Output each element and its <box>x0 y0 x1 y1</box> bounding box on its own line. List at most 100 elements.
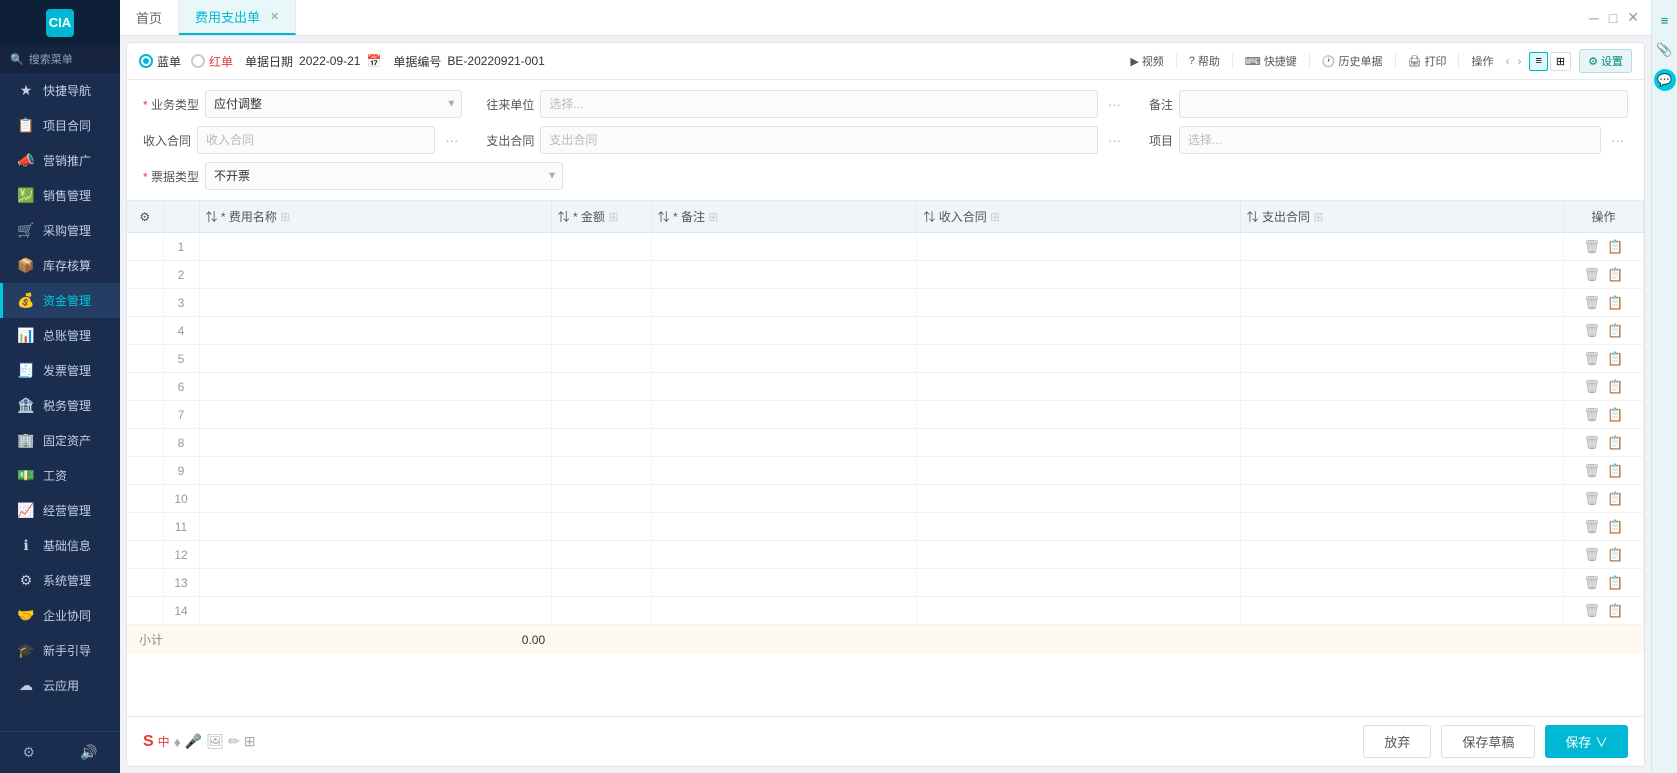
sidebar-item-qiye[interactable]: 🤝 企业协同 <box>0 598 120 633</box>
col-resize-icon[interactable]: ⊞ <box>280 210 290 224</box>
sidebar-item-xiaoshou[interactable]: 💹 销售管理 <box>0 178 120 213</box>
copy-icon[interactable]: 📋 <box>1607 575 1623 590</box>
cell-amount[interactable] <box>551 373 651 401</box>
delete-icon[interactable]: 🗑 <box>1583 435 1600 450</box>
side-list-icon[interactable]: ≡ <box>1658 10 1672 31</box>
cell-income-contract[interactable] <box>917 289 1240 317</box>
copy-icon[interactable]: 📋 <box>1607 295 1623 310</box>
sort-icon[interactable]: ⇅ <box>1247 210 1259 224</box>
cell-expense-contract[interactable] <box>1240 289 1563 317</box>
tab-home[interactable]: 首页 <box>120 0 179 35</box>
cell-income-contract[interactable] <box>917 485 1240 513</box>
side-chat-icon[interactable]: 💬 <box>1654 69 1676 91</box>
window-close-icon[interactable]: ✕ <box>1627 9 1639 26</box>
partner-input[interactable] <box>540 90 1098 118</box>
sidebar-item-zhangben[interactable]: 📊 总账管理 <box>0 318 120 353</box>
cell-expense-name[interactable] <box>199 289 551 317</box>
cell-amount[interactable] <box>551 317 651 345</box>
sidebar-item-xitong[interactable]: ⚙ 系统管理 <box>0 563 120 598</box>
help-btn[interactable]: ? 帮助 <box>1185 51 1224 71</box>
cell-remark[interactable] <box>651 513 917 541</box>
side-attach-icon[interactable]: 📎 <box>1653 39 1675 61</box>
ticket-type-select[interactable]: 不开票 <box>205 162 563 190</box>
cell-income-contract[interactable] <box>917 429 1240 457</box>
income-contract-dots-icon[interactable]: ··· <box>441 133 462 148</box>
cell-amount[interactable] <box>551 457 651 485</box>
th-settings[interactable]: ⚙ <box>127 201 163 233</box>
cell-remark[interactable] <box>651 457 917 485</box>
cell-amount[interactable] <box>551 345 651 373</box>
col-resize-icon[interactable]: ⊞ <box>990 210 1000 224</box>
sidebar-item-xiangmu[interactable]: 📋 项目合同 <box>0 108 120 143</box>
cell-expense-name[interactable] <box>199 401 551 429</box>
income-contract-input[interactable] <box>197 126 435 154</box>
sidebar-item-caigou[interactable]: 🛒 采购管理 <box>0 213 120 248</box>
cell-remark[interactable] <box>651 233 917 261</box>
cell-expense-contract[interactable] <box>1240 541 1563 569</box>
delete-icon[interactable]: 🗑 <box>1583 519 1600 534</box>
save-button[interactable]: 保存 ∨ <box>1545 725 1628 758</box>
sidebar-item-fapiao[interactable]: 🧾 发票管理 <box>0 353 120 388</box>
cell-expense-contract[interactable] <box>1240 233 1563 261</box>
red-single-radio[interactable]: 红单 <box>191 53 233 70</box>
copy-icon[interactable]: 📋 <box>1607 379 1623 394</box>
delete-icon[interactable]: 🗑 <box>1583 407 1600 422</box>
video-btn[interactable]: ▶ 视频 <box>1126 51 1167 71</box>
sidebar-item-jingying[interactable]: 📈 经营管理 <box>0 493 120 528</box>
cell-amount[interactable] <box>551 597 651 625</box>
cell-expense-name[interactable] <box>199 597 551 625</box>
cell-remark[interactable] <box>651 289 917 317</box>
copy-icon[interactable]: 📋 <box>1607 407 1623 422</box>
delete-icon[interactable]: 🗑 <box>1583 491 1600 506</box>
cell-remark[interactable] <box>651 569 917 597</box>
expense-contract-dots-icon[interactable]: ··· <box>1104 133 1125 148</box>
sidebar-item-kuaijie[interactable]: ★ 快捷导航 <box>0 73 120 108</box>
cell-remark[interactable] <box>651 429 917 457</box>
business-type-select[interactable]: 应付调整 <box>205 90 462 118</box>
project-input[interactable] <box>1179 126 1601 154</box>
cell-expense-name[interactable] <box>199 485 551 513</box>
cell-remark[interactable] <box>651 597 917 625</box>
cell-income-contract[interactable] <box>917 513 1240 541</box>
window-minimize-icon[interactable]: ─ <box>1589 10 1599 26</box>
cell-expense-contract[interactable] <box>1240 373 1563 401</box>
cell-expense-contract[interactable] <box>1240 457 1563 485</box>
sort-icon[interactable]: ⇅ <box>206 210 218 224</box>
operate-btn[interactable]: 操作 <box>1467 51 1497 71</box>
cell-expense-contract[interactable] <box>1240 401 1563 429</box>
cell-expense-name[interactable] <box>199 513 551 541</box>
copy-icon[interactable]: 📋 <box>1607 519 1623 534</box>
cell-amount[interactable] <box>551 569 651 597</box>
cell-expense-name[interactable] <box>199 569 551 597</box>
cell-expense-contract[interactable] <box>1240 513 1563 541</box>
cell-expense-name[interactable] <box>199 345 551 373</box>
delete-icon[interactable]: 🗑 <box>1583 379 1600 394</box>
brand-icon-3[interactable]: 🖼 <box>206 733 224 750</box>
delete-icon[interactable]: 🗑 <box>1583 547 1600 562</box>
cell-income-contract[interactable] <box>917 401 1240 429</box>
delete-icon[interactable]: 🗑 <box>1583 603 1600 618</box>
copy-icon[interactable]: 📋 <box>1607 239 1623 254</box>
cell-amount[interactable] <box>551 485 651 513</box>
cell-expense-name[interactable] <box>199 429 551 457</box>
cell-expense-name[interactable] <box>199 457 551 485</box>
copy-icon[interactable]: 📋 <box>1607 603 1623 618</box>
delete-icon[interactable]: 🗑 <box>1583 267 1600 282</box>
cell-expense-contract[interactable] <box>1240 317 1563 345</box>
delete-icon[interactable]: 🗑 <box>1583 575 1600 590</box>
expense-contract-input[interactable] <box>540 126 1098 154</box>
settings-bottom-icon[interactable]: ⚙ <box>15 740 44 765</box>
brand-icon-2[interactable]: 🎤 <box>185 733 202 750</box>
sidebar-item-gudingzichan[interactable]: 🏢 固定资产 <box>0 423 120 458</box>
copy-icon[interactable]: 📋 <box>1607 463 1623 478</box>
history-btn[interactable]: 🕐 历史单据 <box>1318 51 1387 71</box>
sidebar-search[interactable]: 🔍 搜索菜单 <box>0 45 120 73</box>
sort-icon[interactable]: ⇅ <box>923 210 935 224</box>
cell-amount[interactable] <box>551 513 651 541</box>
print-btn[interactable]: 🖨 打印 <box>1404 51 1451 71</box>
project-dots-icon[interactable]: ··· <box>1607 133 1628 148</box>
delete-icon[interactable]: 🗑 <box>1583 239 1600 254</box>
cell-expense-name[interactable] <box>199 233 551 261</box>
cell-amount[interactable] <box>551 289 651 317</box>
cell-expense-contract[interactable] <box>1240 485 1563 513</box>
